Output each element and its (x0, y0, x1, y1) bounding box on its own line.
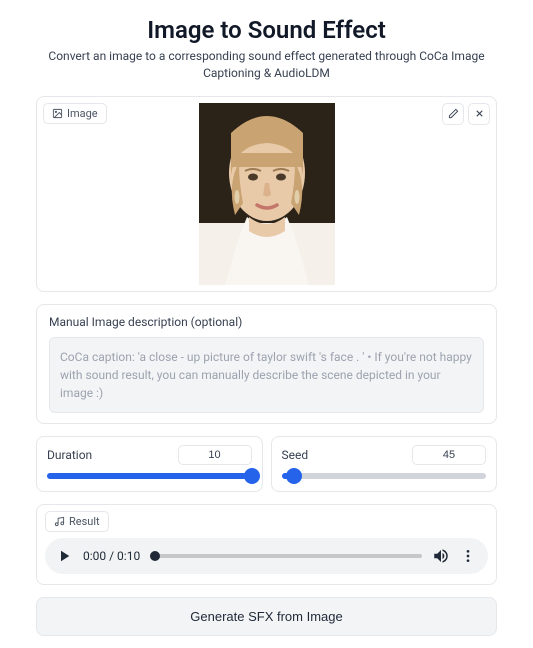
image-actions (442, 103, 490, 125)
page-title: Image to Sound Effect (36, 16, 497, 44)
generate-button[interactable]: Generate SFX from Image (36, 597, 497, 636)
image-panel: Image (36, 96, 497, 292)
seed-slider-box: Seed (271, 436, 498, 492)
seed-value-input[interactable] (412, 445, 486, 465)
duration-slider-thumb[interactable] (244, 468, 260, 484)
page-subtitle: Convert an image to a corresponding soun… (36, 48, 497, 82)
duration-label: Duration (47, 448, 92, 462)
image-icon (52, 108, 63, 119)
duration-value-input[interactable] (178, 445, 252, 465)
image-label: Image (43, 103, 107, 124)
duration-slider-box: Duration (36, 436, 263, 492)
uploaded-image[interactable] (199, 103, 335, 285)
seed-slider-thumb[interactable] (286, 468, 302, 484)
portrait-illustration (199, 103, 335, 285)
clear-image-button[interactable] (468, 103, 490, 125)
close-icon (474, 108, 485, 119)
result-label: Result (45, 511, 109, 532)
audio-scrubber-thumb[interactable] (150, 551, 160, 561)
volume-button[interactable] (432, 547, 450, 565)
kebab-icon (460, 548, 476, 564)
description-panel: Manual Image description (optional) CoCa… (36, 304, 497, 424)
description-label: Manual Image description (optional) (49, 315, 484, 329)
audio-time: 0:00 / 0:10 (83, 549, 140, 563)
duration-slider[interactable] (47, 473, 252, 479)
play-icon (55, 547, 73, 565)
image-label-text: Image (67, 107, 98, 120)
volume-icon (432, 547, 450, 565)
result-label-text: Result (69, 515, 100, 528)
slider-row: Duration Seed (36, 436, 497, 492)
app-root: Image to Sound Effect Convert an image t… (0, 0, 533, 648)
pencil-icon (448, 108, 459, 119)
duration-slider-fill (47, 473, 252, 479)
audio-scrubber[interactable] (150, 554, 422, 558)
seed-label: Seed (282, 448, 309, 462)
description-input[interactable]: CoCa caption: 'a close - up picture of t… (49, 337, 484, 413)
play-button[interactable] (55, 547, 73, 565)
audio-menu-button[interactable] (460, 548, 476, 564)
audio-player: 0:00 / 0:10 (45, 538, 488, 574)
seed-slider[interactable] (282, 473, 487, 479)
result-panel: Result 0:00 / 0:10 (36, 504, 497, 585)
edit-image-button[interactable] (442, 103, 464, 125)
music-icon (54, 516, 65, 527)
